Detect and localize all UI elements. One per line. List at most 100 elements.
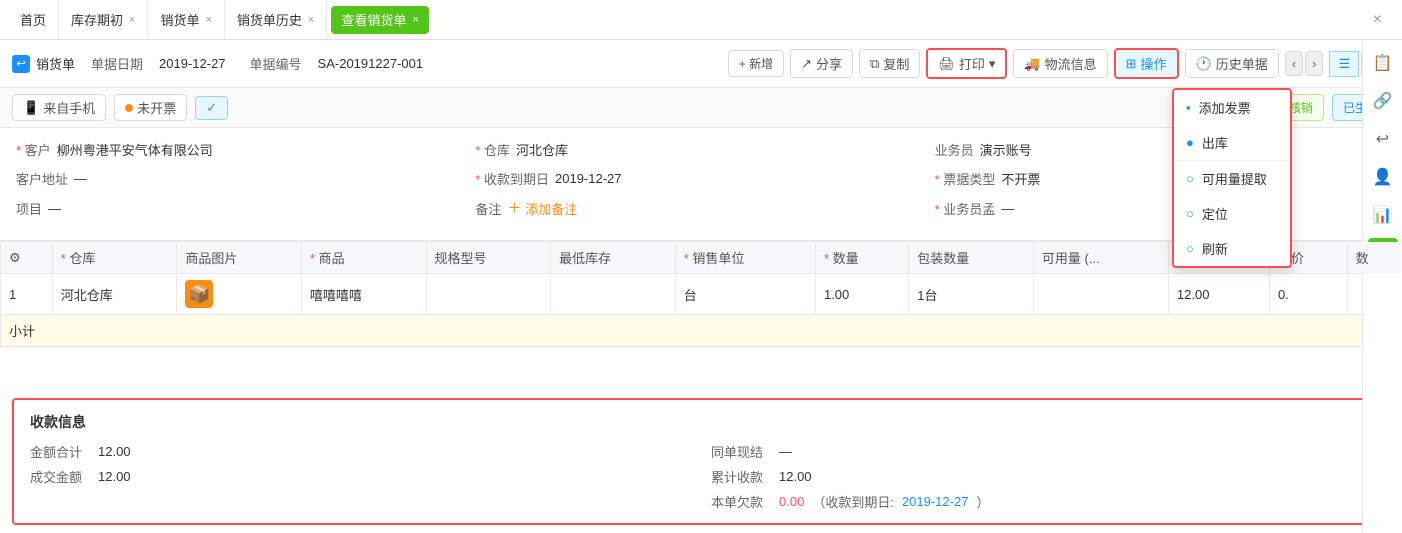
sidebar-icon-2[interactable]: 🔗 xyxy=(1368,86,1398,116)
square-icon: ▪ xyxy=(1186,100,1191,115)
circle-empty-icon-2: ○ xyxy=(1186,206,1194,221)
balance-note: （收款到期日: xyxy=(812,492,894,511)
transaction-label: 成交金额 xyxy=(30,467,90,486)
tab-inventory-label: 库存期初 xyxy=(71,10,123,29)
row-img-cell: 📦 xyxy=(177,274,302,315)
tab-sales-history-close[interactable]: × xyxy=(308,14,314,26)
col-img: 商品图片 xyxy=(177,242,302,274)
col-qty: 数量 xyxy=(815,242,908,274)
doc-header: ↩ 销货单 单据日期 2019-12-27 单据编号 SA-20191227-0… xyxy=(0,40,1402,88)
transaction-row: 成交金额 12.00 xyxy=(30,467,691,486)
history-button[interactable]: 🕐 历史单据 xyxy=(1185,49,1279,78)
row-min-stock xyxy=(551,274,676,315)
locate-item[interactable]: ○ 定位 xyxy=(1174,196,1290,231)
tab-sales-history[interactable]: 销货单历史 × xyxy=(225,0,327,39)
row-price: 0. xyxy=(1270,274,1348,315)
payment-grid: 金额合计 12.00 同单现结 — 成交金额 12.00 累计收款 12.00 … xyxy=(30,442,1372,511)
add-invoice-item[interactable]: ▪ 添加发票 xyxy=(1174,90,1290,125)
tab-view-sales-close[interactable]: × xyxy=(412,14,418,26)
not-open-btn[interactable]: 未开票 xyxy=(114,94,187,121)
salesperson-label: 业务员 xyxy=(935,140,974,159)
from-phone-btn[interactable]: 📱 来自手机 xyxy=(12,94,106,121)
project-value: — xyxy=(48,201,61,216)
same-order-value: — xyxy=(779,444,792,459)
doc-actions: + 新增 ↗ 分享 ⧉ 复制 🖨 打印 ▾ 🚚 物流信息 ⊞ 操作 xyxy=(728,48,1390,79)
balance-note-end: ） xyxy=(976,492,1036,511)
doc-title: ↩ 销货单 xyxy=(12,54,75,73)
note-label: 备注 xyxy=(475,199,501,218)
tab-sales[interactable]: 销货单 × xyxy=(148,0,224,39)
note-field: 备注 ＋ 添加备注 xyxy=(475,198,926,218)
doc-title-text: 销货单 xyxy=(36,54,75,73)
ticket-type-label: 票据类型 xyxy=(935,169,996,188)
truck-icon: 🚚 xyxy=(1024,56,1040,72)
next-button[interactable]: › xyxy=(1305,51,1323,76)
tab-bar: 首页 库存期初 × 销货单 × 销货单历史 × 查看销货单 × × xyxy=(0,0,1402,40)
date-label: 单据日期 xyxy=(91,54,143,73)
salesperson2-field: 业务员孟 — xyxy=(935,199,1386,218)
nav-arrows: ‹ › xyxy=(1285,51,1324,76)
payment-date-field: 收款到期日 2019-12-27 xyxy=(475,169,926,188)
sidebar-icon-4[interactable]: 👤 xyxy=(1368,162,1398,192)
print-dropdown-arrow: ▾ xyxy=(989,56,996,72)
tab-inventory-close[interactable]: × xyxy=(129,14,135,26)
available-qty-item[interactable]: ○ 可用量提取 xyxy=(1174,161,1290,196)
ticket-type-field: 票据类型 不开票 xyxy=(935,169,1386,188)
payment-date-value: 2019-12-27 xyxy=(555,171,622,186)
check-icon: ✓ xyxy=(206,100,217,116)
prev-button[interactable]: ‹ xyxy=(1285,51,1303,76)
project-field: 项目 — xyxy=(16,199,467,218)
balance-label: 本单欠款 xyxy=(711,492,771,511)
sidebar-icon-5[interactable]: 📊 xyxy=(1368,200,1398,230)
add-note-text: 添加备注 xyxy=(525,199,577,218)
gear-icon: ⚙ xyxy=(9,250,21,265)
tab-sales-close[interactable]: × xyxy=(205,14,211,26)
doc-meta: 单据日期 2019-12-27 单据编号 SA-20191227-001 xyxy=(91,54,423,73)
product-image: 📦 xyxy=(185,280,213,308)
new-button[interactable]: + 新增 xyxy=(728,50,784,77)
ticket-type-value: 不开票 xyxy=(1001,169,1040,188)
add-note-btn[interactable]: ＋ 添加备注 xyxy=(507,198,577,218)
logistics-button[interactable]: 🚚 物流信息 xyxy=(1013,49,1107,78)
confirm-btn[interactable]: ✓ xyxy=(195,96,228,120)
refresh-label: 刷新 xyxy=(1202,239,1228,258)
sidebar-icon-3[interactable]: ↩ xyxy=(1368,124,1398,154)
project-label: 项目 xyxy=(16,199,42,218)
col-min-stock: 最低库存 xyxy=(551,242,676,274)
col-pkg: 包装数量 xyxy=(909,242,1034,274)
tab-home[interactable]: 首页 xyxy=(8,0,59,39)
col-gear[interactable]: ⚙ xyxy=(1,242,53,274)
row-product: 嘻嘻嘻嘻 xyxy=(301,274,426,315)
subtotal-label: 小计 xyxy=(1,315,1402,347)
cumulative-label: 累计收款 xyxy=(711,467,771,486)
tab-view-sales[interactable]: 查看销货单 × xyxy=(331,6,428,34)
row-warehouse: 河北仓库 xyxy=(52,274,177,315)
balance-row: 本单欠款 0.00 （收款到期日: 2019-12-27 ） xyxy=(711,492,1372,511)
list-view-btn[interactable]: ☰ xyxy=(1329,51,1359,77)
tab-inventory[interactable]: 库存期初 × xyxy=(59,0,148,39)
window-close-btn[interactable]: × xyxy=(1361,11,1394,29)
number-label: 单据编号 xyxy=(250,54,302,73)
operate-dropdown: ▪ 添加发票 ● 出库 ○ 可用量提取 ○ 定位 ○ 刷新 xyxy=(1172,88,1292,268)
payment-title: 收款信息 xyxy=(30,412,1372,432)
copy-button[interactable]: ⧉ 复制 xyxy=(859,49,920,78)
sidebar-icon-1[interactable]: 📋 xyxy=(1368,48,1398,78)
operate-button[interactable]: ⊞ 操作 xyxy=(1114,48,1179,79)
share-button[interactable]: ↗ 分享 xyxy=(790,49,853,78)
subtotal-row: 小计 xyxy=(1,315,1402,347)
same-order-row: 同单现结 — xyxy=(711,442,1372,461)
customer-value: 柳州粤港平安气体有限公司 xyxy=(57,140,213,159)
locate-label: 定位 xyxy=(1202,204,1228,223)
outbound-item[interactable]: ● 出库 xyxy=(1174,125,1290,160)
print-icon: 🖨 xyxy=(938,56,955,72)
col-available: 可用量 (... xyxy=(1033,242,1168,274)
refresh-item[interactable]: ○ 刷新 xyxy=(1174,231,1290,266)
customer-label: 客户 xyxy=(16,140,51,159)
col-spec: 规格型号 xyxy=(426,242,551,274)
same-order-label: 同单现结 xyxy=(711,442,771,461)
history-icon: 🕐 xyxy=(1196,56,1212,72)
total-row: 金额合计 12.00 xyxy=(30,442,691,461)
available-qty-label: 可用量提取 xyxy=(1202,169,1267,188)
phone-icon: 📱 xyxy=(23,100,39,116)
print-button[interactable]: 🖨 打印 ▾ xyxy=(926,48,1007,79)
